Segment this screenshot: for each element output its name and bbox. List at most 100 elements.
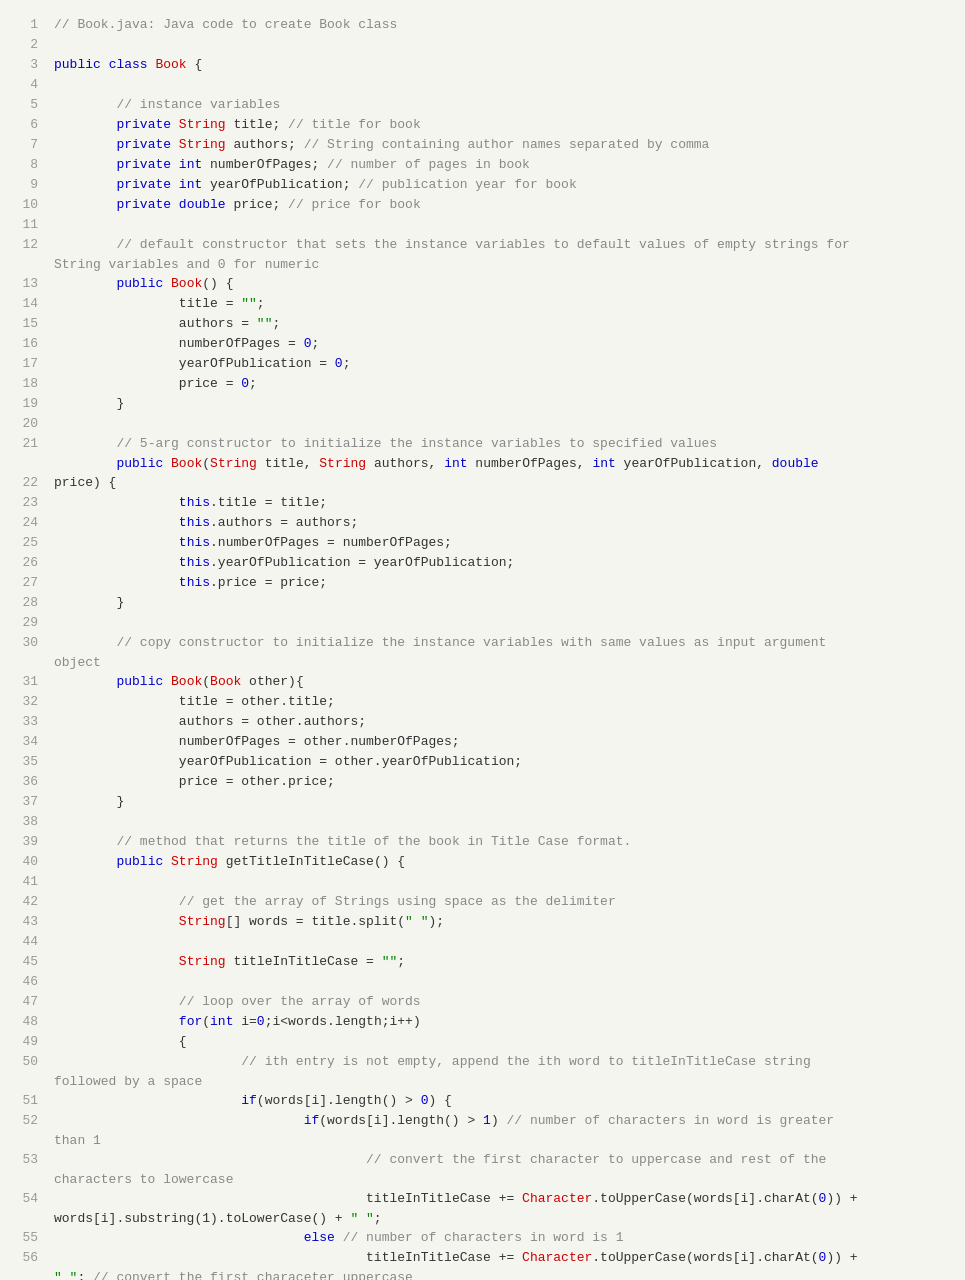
line-num-36: 36 xyxy=(8,772,38,792)
line-num-28: 28 xyxy=(8,593,38,613)
line-num-23: 23 xyxy=(8,493,38,513)
code-line-15: 15 authors = ""; xyxy=(0,314,965,334)
line-num-44: 44 xyxy=(8,932,38,952)
line-content-53: // convert the first character to upperc… xyxy=(54,1150,957,1189)
code-line-54: 54 titleInTitleCase += Character.toUpper… xyxy=(0,1189,965,1228)
code-line-27: 27 this.price = price; xyxy=(0,573,965,593)
line-num-22: 22 xyxy=(8,473,38,493)
line-num-31: 31 xyxy=(8,672,38,692)
code-line-12: 12 // default constructor that sets the … xyxy=(0,235,965,274)
code-line-18: 18 price = 0; xyxy=(0,374,965,394)
code-line-25: 25 this.numberOfPages = numberOfPages; xyxy=(0,533,965,553)
line-content-45: String titleInTitleCase = ""; xyxy=(54,952,957,972)
code-line-11: 11 xyxy=(0,215,965,235)
code-line-41: 41 xyxy=(0,872,965,892)
line-content-3: public class Book { xyxy=(54,55,957,75)
line-num-17: 17 xyxy=(8,354,38,374)
line-content-31: public Book(Book other){ xyxy=(54,672,957,692)
line-content-12: // default constructor that sets the ins… xyxy=(54,235,957,274)
line-content-54: titleInTitleCase += Character.toUpperCas… xyxy=(54,1189,957,1228)
line-num-15: 15 xyxy=(8,314,38,334)
line-num-43: 43 xyxy=(8,912,38,932)
line-num-10: 10 xyxy=(8,195,38,215)
line-num-13: 13 xyxy=(8,274,38,294)
code-line-50: 50 // ith entry is not empty, append the… xyxy=(0,1052,965,1091)
line-num-53: 53 xyxy=(8,1150,38,1170)
line-content-18: price = 0; xyxy=(54,374,957,394)
code-line-37: 37 } xyxy=(0,792,965,812)
line-num-32: 32 xyxy=(8,692,38,712)
code-line-13: 13 public Book() { xyxy=(0,274,965,294)
line-content-37: } xyxy=(54,792,957,812)
line-num-42: 42 xyxy=(8,892,38,912)
code-line-44: 44 xyxy=(0,932,965,952)
code-line-22: 22 price) { xyxy=(0,473,965,493)
code-line-46: 46 xyxy=(0,972,965,992)
line-num-40: 40 xyxy=(8,852,38,872)
line-content-25: this.numberOfPages = numberOfPages; xyxy=(54,533,957,553)
code-line-49: 49 { xyxy=(0,1032,965,1052)
code-line-52: 52 if(words[i].length() > 1) // number o… xyxy=(0,1111,965,1150)
line-num-6: 6 xyxy=(8,115,38,135)
line-num-33: 33 xyxy=(8,712,38,732)
code-line-21: 21 // 5-arg constructor to initialize th… xyxy=(0,434,965,473)
code-line-5: 5 // instance variables xyxy=(0,95,965,115)
code-line-40: 40 public String getTitleInTitleCase() { xyxy=(0,852,965,872)
line-num-30: 30 xyxy=(8,633,38,653)
code-line-7: 7 private String authors; // String cont… xyxy=(0,135,965,155)
line-num-14: 14 xyxy=(8,294,38,314)
line-num-29: 29 xyxy=(8,613,38,633)
line-content-6: private String title; // title for book xyxy=(54,115,957,135)
code-line-35: 35 yearOfPublication = other.yearOfPubli… xyxy=(0,752,965,772)
code-line-36: 36 price = other.price; xyxy=(0,772,965,792)
line-num-38: 38 xyxy=(8,812,38,832)
line-content-15: authors = ""; xyxy=(54,314,957,334)
line-num-47: 47 xyxy=(8,992,38,1012)
code-line-42: 42 // get the array of Strings using spa… xyxy=(0,892,965,912)
line-content-51: if(words[i].length() > 0) { xyxy=(54,1091,957,1111)
code-line-1: 1 // Book.java: Java code to create Book… xyxy=(0,15,965,35)
line-num-48: 48 xyxy=(8,1012,38,1032)
line-num-27: 27 xyxy=(8,573,38,593)
code-line-19: 19 } xyxy=(0,394,965,414)
line-content-14: title = ""; xyxy=(54,294,957,314)
line-content-26: this.yearOfPublication = yearOfPublicati… xyxy=(54,553,957,573)
code-line-32: 32 title = other.title; xyxy=(0,692,965,712)
line-num-8: 8 xyxy=(8,155,38,175)
line-content-34: numberOfPages = other.numberOfPages; xyxy=(54,732,957,752)
line-content-56: titleInTitleCase += Character.toUpperCas… xyxy=(54,1248,957,1280)
line-num-4: 4 xyxy=(8,75,38,95)
line-num-11: 11 xyxy=(8,215,38,235)
code-line-24: 24 this.authors = authors; xyxy=(0,513,965,533)
code-line-48: 48 for(int i=0;i<words.length;i++) xyxy=(0,1012,965,1032)
line-content-13: public Book() { xyxy=(54,274,957,294)
code-line-10: 10 private double price; // price for bo… xyxy=(0,195,965,215)
line-num-35: 35 xyxy=(8,752,38,772)
code-line-26: 26 this.yearOfPublication = yearOfPublic… xyxy=(0,553,965,573)
line-content-50: // ith entry is not empty, append the it… xyxy=(54,1052,957,1091)
line-num-54: 54 xyxy=(8,1189,38,1209)
code-container: 1 // Book.java: Java code to create Book… xyxy=(0,10,965,1280)
code-line-30: 30 // copy constructor to initialize the… xyxy=(0,633,965,672)
line-num-56: 56 xyxy=(8,1248,38,1268)
code-line-2: 2 xyxy=(0,35,965,55)
line-content-47: // loop over the array of words xyxy=(54,992,957,1012)
line-content-22: price) { xyxy=(54,473,957,493)
code-line-53: 53 // convert the first character to upp… xyxy=(0,1150,965,1189)
line-content-8: private int numberOfPages; // number of … xyxy=(54,155,957,175)
code-line-39: 39 // method that returns the title of t… xyxy=(0,832,965,852)
line-content-24: this.authors = authors; xyxy=(54,513,957,533)
line-num-1: 1 xyxy=(8,15,38,35)
line-num-24: 24 xyxy=(8,513,38,533)
line-content-55: else // number of characters in word is … xyxy=(54,1228,957,1248)
line-num-26: 26 xyxy=(8,553,38,573)
line-num-51: 51 xyxy=(8,1091,38,1111)
code-line-34: 34 numberOfPages = other.numberOfPages; xyxy=(0,732,965,752)
line-num-45: 45 xyxy=(8,952,38,972)
line-content-27: this.price = price; xyxy=(54,573,957,593)
code-line-51: 51 if(words[i].length() > 0) { xyxy=(0,1091,965,1111)
line-content-43: String[] words = title.split(" "); xyxy=(54,912,957,932)
line-num-7: 7 xyxy=(8,135,38,155)
line-num-34: 34 xyxy=(8,732,38,752)
code-line-9: 9 private int yearOfPublication; // publ… xyxy=(0,175,965,195)
